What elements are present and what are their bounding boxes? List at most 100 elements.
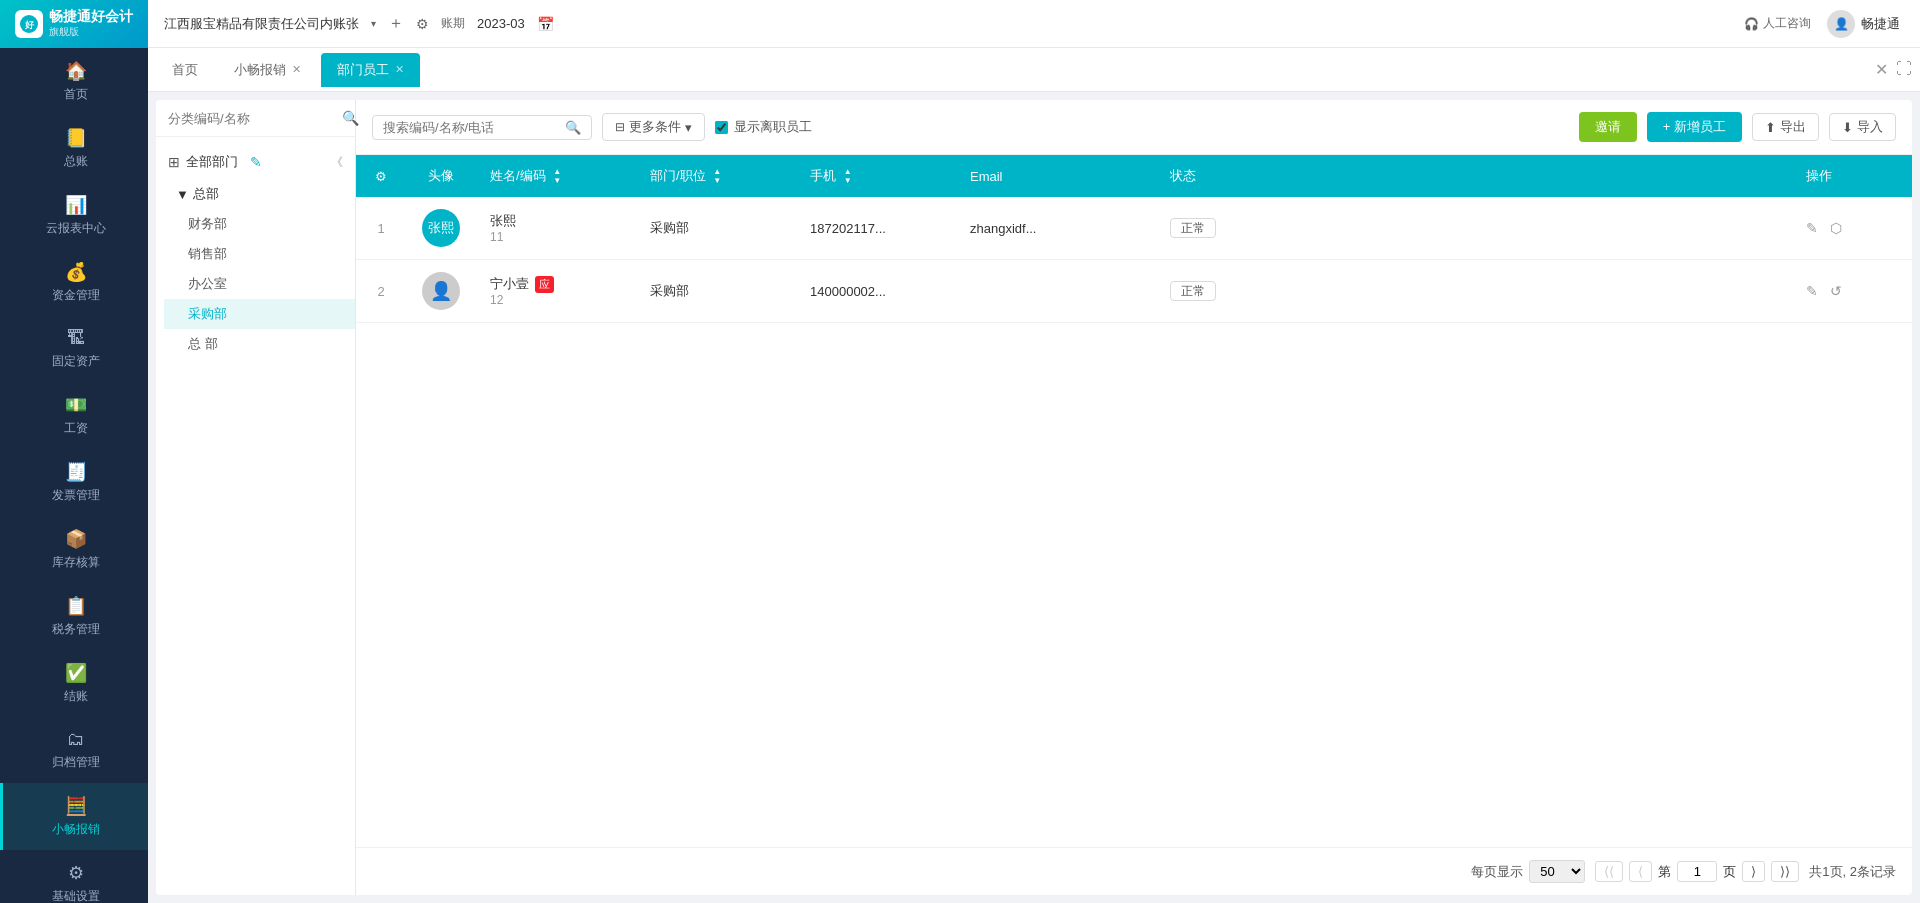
dept-sort-icon[interactable]: ▲ ▼: [713, 168, 721, 185]
invite-button[interactable]: 邀请: [1579, 112, 1637, 142]
settings-nav-icon: ⚙: [68, 862, 84, 884]
sidebar-item-home[interactable]: 🏠 首页: [0, 48, 148, 115]
calendar-icon[interactable]: 📅: [537, 16, 554, 32]
first-page-button[interactable]: ⟨⟨: [1595, 861, 1623, 882]
headset-icon: 🎧: [1744, 17, 1759, 31]
email-cell-2: [956, 260, 1156, 323]
import-icon: ⬇: [1842, 120, 1853, 135]
phone-sort-icon[interactable]: ▲ ▼: [844, 168, 852, 185]
sidebar-item-closing[interactable]: ✅ 结账: [0, 650, 148, 717]
resigned-badge-2: 应: [535, 276, 554, 293]
status-tag-2: 正常: [1170, 281, 1216, 301]
expense-icon: 🧮: [65, 795, 87, 817]
col-settings-icon[interactable]: ⚙: [375, 169, 387, 184]
add-company-icon[interactable]: ＋: [388, 13, 404, 34]
dept-item-sales[interactable]: 销售部: [164, 239, 355, 269]
page-size-select[interactable]: 50 20 100: [1529, 860, 1585, 883]
import-button[interactable]: ⬇ 导入: [1829, 113, 1896, 141]
col-email: Email: [956, 155, 1156, 197]
filter-label: 更多条件: [629, 118, 681, 136]
show-resigned-checkbox[interactable]: [715, 121, 728, 134]
edit-icon-2[interactable]: ✎: [1806, 283, 1818, 299]
last-page-button[interactable]: ⟩⟩: [1771, 861, 1799, 882]
sidebar-item-invoice[interactable]: 🧾 发票管理: [0, 449, 148, 516]
app-sub: 旗舰版: [49, 25, 133, 39]
dept-item-office[interactable]: 办公室: [164, 269, 355, 299]
tab-home[interactable]: 首页: [156, 53, 214, 87]
avatar: 👤: [1827, 10, 1855, 38]
name-sort-icon[interactable]: ▲ ▼: [553, 168, 561, 185]
period-value: 2023-03: [477, 16, 525, 31]
add-employee-button[interactable]: + 新增员工: [1647, 112, 1742, 142]
inventory-icon: 📦: [65, 528, 87, 550]
all-dept-item[interactable]: ⊞ 全部部门 ✎ 《: [156, 145, 355, 179]
dept-item-finance[interactable]: 财务部: [164, 209, 355, 239]
action-cell-2: ✎ ↺: [1792, 260, 1912, 323]
tab-employees-close-icon[interactable]: ✕: [395, 63, 404, 76]
col-actions: 操作: [1792, 155, 1912, 197]
page-number-input[interactable]: [1677, 861, 1717, 882]
employee-name-2: 宁小壹 应: [490, 275, 622, 293]
dept-tree: ⊞ 全部部门 ✎ 《 ▼ 总部 财务部 销售部 办公室 采购部: [156, 137, 355, 895]
page-content: 🔍 ⊞ 全部部门 ✎ 《 ▼ 总部 财务部: [156, 100, 1912, 895]
sidebar-item-tax[interactable]: 📋 税务管理: [0, 583, 148, 650]
phone-cell-1: 187202117...: [796, 197, 956, 260]
svg-text:好: 好: [24, 20, 35, 30]
app-name: 畅捷通好会计: [49, 8, 133, 25]
sidebar-item-ledger[interactable]: 📒 总账: [0, 115, 148, 182]
table-row: 2 👤 宁小壹: [356, 260, 1912, 323]
dept-collapse-icon[interactable]: 《: [331, 154, 343, 171]
sidebar-item-funds[interactable]: 💰 资金管理: [0, 249, 148, 316]
sidebar-item-assets[interactable]: 🏗 固定资产: [0, 316, 148, 382]
settings-icon[interactable]: ⚙: [416, 16, 429, 32]
phone-cell-2: 140000002...: [796, 260, 956, 323]
service-label: 人工咨询: [1763, 15, 1811, 32]
logout-icon-1[interactable]: ⬡: [1830, 220, 1842, 236]
sidebar-item-inventory[interactable]: 📦 库存核算: [0, 516, 148, 583]
tab-employees[interactable]: 部门员工 ✕: [321, 53, 420, 87]
dept-search-input[interactable]: [168, 111, 336, 126]
avatar-cell-2: 👤: [406, 260, 476, 323]
refresh-icon-2[interactable]: ↺: [1830, 283, 1842, 299]
tab-home-label: 首页: [172, 61, 198, 79]
sidebar-item-settings[interactable]: ⚙ 基础设置: [0, 850, 148, 903]
action-btns-2: ✎ ↺: [1806, 283, 1898, 299]
email-cell-1: zhangxidf...: [956, 197, 1156, 260]
employee-search-icon[interactable]: 🔍: [565, 120, 581, 135]
sidebar-item-archive[interactable]: 🗂 归档管理: [0, 717, 148, 783]
dept-group-label-zongbu[interactable]: ▼ 总部: [164, 179, 355, 209]
employee-search-input[interactable]: [383, 120, 559, 135]
tab-expense[interactable]: 小畅报销 ✕: [218, 53, 317, 87]
dept-item-purchase[interactable]: 采购部: [164, 299, 355, 329]
export-button[interactable]: ⬆ 导出: [1752, 113, 1819, 141]
user-area[interactable]: 👤 畅捷通: [1827, 10, 1900, 38]
arrow-icon: ▼: [176, 187, 189, 202]
next-page-button[interactable]: ⟩: [1742, 861, 1765, 882]
sidebar-item-payroll[interactable]: 💵 工资: [0, 382, 148, 449]
logo-text-area: 畅捷通好会计 旗舰版: [49, 8, 133, 39]
company-dropdown-icon[interactable]: ▾: [371, 18, 376, 29]
sidebar-item-reports[interactable]: 📊 云报表中心: [0, 182, 148, 249]
table-row: 1 张熙 张熙: [356, 197, 1912, 260]
tax-icon: 📋: [65, 595, 87, 617]
tab-employees-label: 部门员工: [337, 61, 389, 79]
employee-panel: 🔍 ⊟ 更多条件 ▾ 显示离职员工 邀请 + 新增员工 ⬆: [356, 100, 1912, 895]
dept-item-headquarter[interactable]: 总 部: [164, 329, 355, 359]
status-cell-1: 正常: [1156, 197, 1792, 260]
page-label: 页: [1723, 863, 1736, 881]
show-resigned-area: 显示离职员工: [715, 118, 812, 136]
home-icon: 🏠: [65, 60, 87, 82]
sidebar-item-expense[interactable]: 🧮 小畅报销: [0, 783, 148, 850]
filter-button[interactable]: ⊟ 更多条件 ▾: [602, 113, 705, 141]
service-button[interactable]: 🎧 人工咨询: [1744, 15, 1811, 32]
sidebar-label-expense: 小畅报销: [52, 821, 100, 838]
edit-icon-1[interactable]: ✎: [1806, 220, 1818, 236]
tab-expand-btn[interactable]: ⛶: [1896, 60, 1912, 79]
sidebar-label-reports: 云报表中心: [46, 220, 106, 237]
tab-close-btn[interactable]: ✕: [1875, 60, 1888, 79]
dept-edit-icon[interactable]: ✎: [250, 154, 262, 170]
action-cell-1: ✎ ⬡: [1792, 197, 1912, 260]
payroll-icon: 💵: [65, 394, 87, 416]
prev-page-button[interactable]: ⟨: [1629, 861, 1652, 882]
tab-expense-close-icon[interactable]: ✕: [292, 63, 301, 76]
